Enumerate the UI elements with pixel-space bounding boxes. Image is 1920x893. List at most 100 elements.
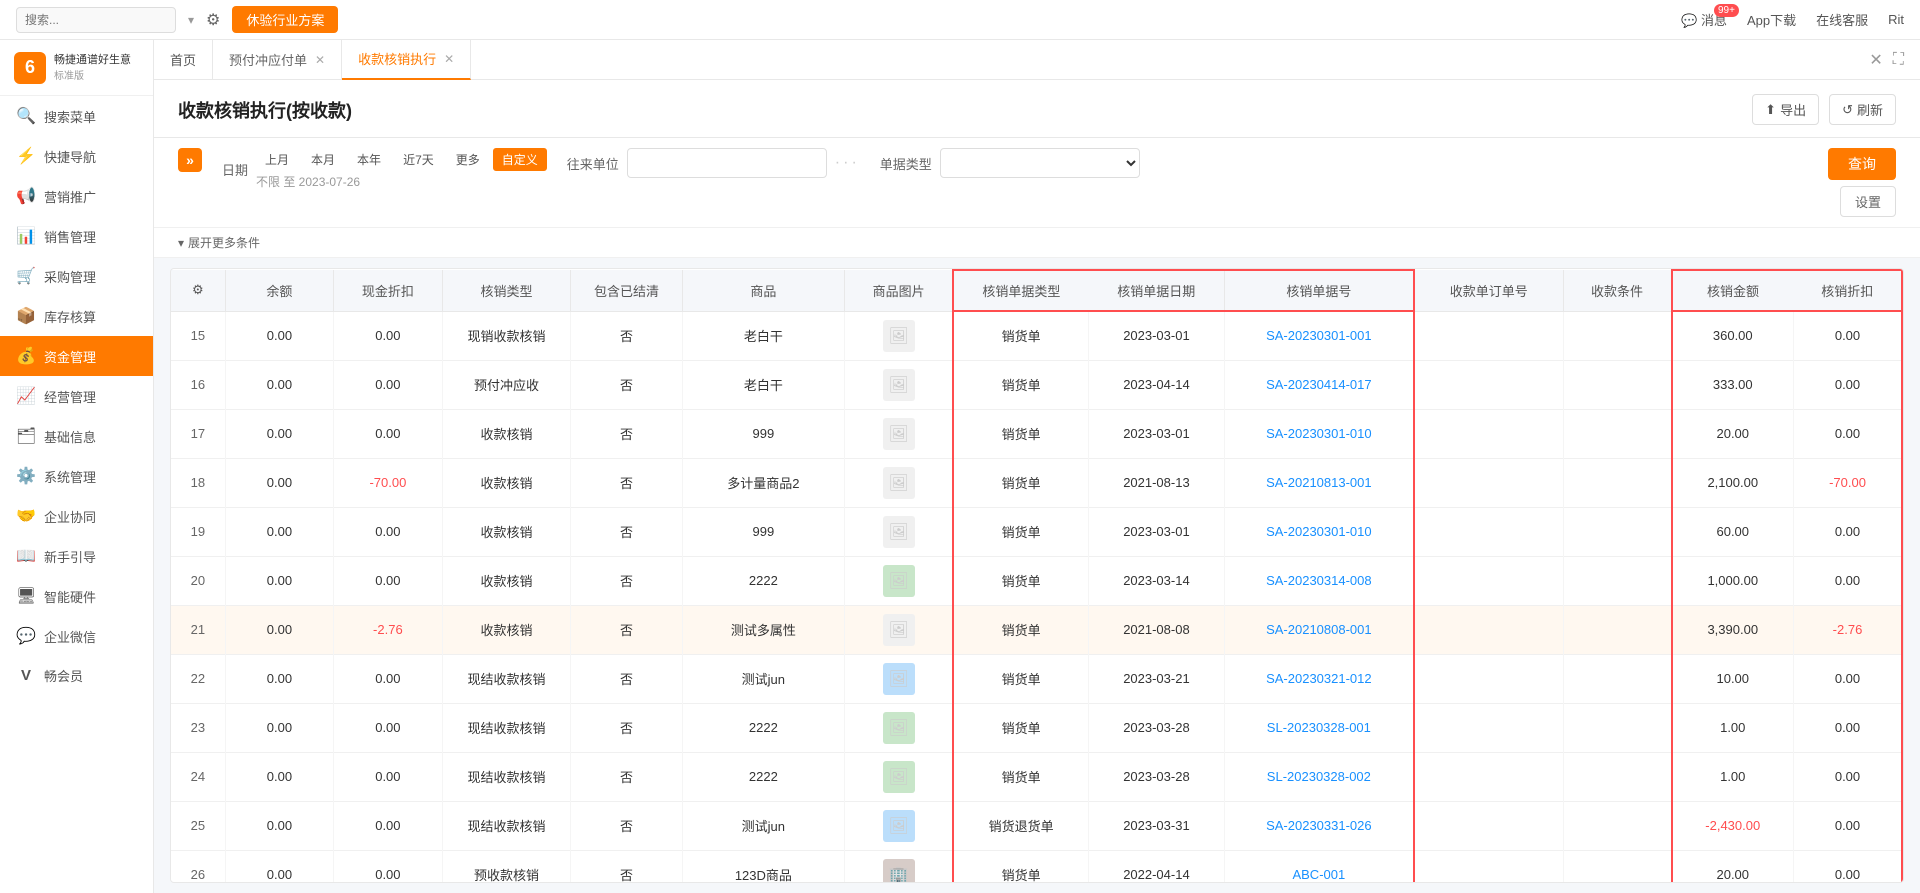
top-bar-right: 💬 消息 99+ App下载 在线客服 Rit bbox=[1681, 10, 1904, 29]
sidebar-item-marketing[interactable]: 📢 营销推广 bbox=[0, 176, 153, 216]
gear-icon[interactable]: ⚙ bbox=[206, 10, 220, 30]
guide-icon: 📖 bbox=[16, 546, 36, 566]
td-cancel-discount: -70.00 bbox=[1794, 458, 1903, 507]
search-input[interactable] bbox=[16, 7, 176, 33]
inventory-icon: 📦 bbox=[16, 306, 36, 326]
td-receipt-order-no bbox=[1414, 409, 1563, 458]
sidebar-item-search[interactable]: 🔍 搜索菜单 bbox=[0, 96, 153, 136]
this-month-btn[interactable]: 本月 bbox=[302, 148, 344, 171]
cancel-bill-link[interactable]: SA-20230314-008 bbox=[1266, 573, 1372, 588]
sidebar-item-base-info[interactable]: 🗂 基础信息 bbox=[0, 416, 153, 456]
sidebar-item-finance[interactable]: 💰 资金管理 bbox=[0, 336, 153, 376]
td-product: 测试jun bbox=[682, 801, 845, 850]
tab-cancel-close-icon[interactable]: ✕ bbox=[444, 52, 454, 66]
sidebar-item-enterprise[interactable]: 🤝 企业协同 bbox=[0, 496, 153, 536]
last-month-btn[interactable]: 上月 bbox=[256, 148, 298, 171]
search-icon: 🔍 bbox=[16, 106, 36, 126]
tab-home[interactable]: 首页 bbox=[154, 40, 213, 80]
td-cancel-bill-date: 2023-03-21 bbox=[1089, 654, 1225, 703]
product-image: 🖼 bbox=[883, 712, 915, 744]
sidebar-item-wechat[interactable]: 💬 企业微信 bbox=[0, 616, 153, 656]
table-body: 15 0.00 0.00 现销收款核销 否 老白干 🖼 销货单 2023-03-… bbox=[171, 311, 1902, 883]
this-year-btn[interactable]: 本年 bbox=[348, 148, 390, 171]
cancel-bill-link[interactable]: SL-20230328-002 bbox=[1267, 769, 1371, 784]
industry-solution-button[interactable]: 休验行业方案 bbox=[232, 6, 338, 33]
filter-expand-button[interactable]: » bbox=[178, 148, 202, 172]
expand-tab-icon[interactable]: ⛶ bbox=[1893, 51, 1904, 69]
td-cancel-amount: 360.00 bbox=[1672, 311, 1794, 360]
td-balance: 0.00 bbox=[225, 605, 333, 654]
tab-cancel[interactable]: 收款核销执行 ✕ bbox=[342, 40, 471, 80]
chevron-down-icon[interactable]: ▾ bbox=[188, 13, 194, 27]
td-balance: 0.00 bbox=[225, 850, 333, 883]
main-content: 首页 预付冲应付单 ✕ 收款核销执行 ✕ ✕ ⛶ 收款核销执行(按收款) bbox=[154, 40, 1920, 893]
cancel-bill-link[interactable]: SA-20230414-017 bbox=[1266, 377, 1372, 392]
user-label[interactable]: Rit bbox=[1888, 12, 1904, 27]
sidebar-item-label: 采购管理 bbox=[44, 267, 96, 286]
last-7-days-btn[interactable]: 近7天 bbox=[394, 148, 443, 171]
td-cancel-discount: 0.00 bbox=[1794, 556, 1903, 605]
td-includes-settled: 否 bbox=[571, 409, 682, 458]
table-row: 20 0.00 0.00 收款核销 否 2222 🖼 销货单 2023-03-1… bbox=[171, 556, 1902, 605]
cancel-bill-link[interactable]: SA-20230301-010 bbox=[1266, 426, 1372, 441]
sidebar-item-hardware[interactable]: 🖥 智能硬件 bbox=[0, 576, 153, 616]
table-row: 25 0.00 0.00 现结收款核销 否 测试jun 🖼 销货退货单 2023… bbox=[171, 801, 1902, 850]
table-row: 26 0.00 0.00 预收款核销 否 123D商品 🏢 销货单 2022-0… bbox=[171, 850, 1902, 883]
td-includes-settled: 否 bbox=[571, 556, 682, 605]
app-download-link[interactable]: App下载 bbox=[1747, 10, 1796, 29]
refresh-button[interactable]: ↺ 刷新 bbox=[1829, 94, 1896, 125]
product-image: 🖼 bbox=[883, 516, 915, 548]
expand-more-button[interactable]: ▾ 展开更多条件 bbox=[178, 234, 260, 251]
cancel-bill-link[interactable]: ABC-001 bbox=[1292, 867, 1345, 882]
sidebar-item-inventory[interactable]: 📦 库存核算 bbox=[0, 296, 153, 336]
td-cancel-bill-type: 销货单 bbox=[953, 703, 1089, 752]
more-date-btn[interactable]: 更多 bbox=[447, 148, 489, 171]
cancel-bill-link[interactable]: SA-20210813-001 bbox=[1266, 475, 1372, 490]
sidebar-item-system[interactable]: ⚙️ 系统管理 bbox=[0, 456, 153, 496]
table-row: 15 0.00 0.00 现销收款核销 否 老白干 🖼 销货单 2023-03-… bbox=[171, 311, 1902, 360]
sidebar-item-operations[interactable]: 📈 经营管理 bbox=[0, 376, 153, 416]
td-product-image: 🖼 bbox=[845, 311, 953, 360]
cancel-bill-link[interactable]: SL-20230328-001 bbox=[1267, 720, 1371, 735]
tab-bar-actions: ✕ ⛶ bbox=[1869, 50, 1920, 70]
refresh-label: 刷新 bbox=[1857, 100, 1883, 119]
td-cancel-type: 收款核销 bbox=[442, 409, 571, 458]
cancel-bill-link[interactable]: SA-20230321-012 bbox=[1266, 671, 1372, 686]
date-filter-group: 日期 上月 本月 本年 近7天 更多 自定义 不限 至 2023-07-26 bbox=[222, 148, 547, 190]
td-cancel-bill-date: 2023-03-01 bbox=[1089, 507, 1225, 556]
close-tab-icon[interactable]: ✕ bbox=[1869, 50, 1882, 70]
sidebar-item-label: 系统管理 bbox=[44, 467, 96, 486]
cancel-bill-link[interactable]: SA-20230301-001 bbox=[1266, 328, 1372, 343]
tab-prepay[interactable]: 预付冲应付单 ✕ bbox=[213, 40, 342, 80]
export-button[interactable]: ⬆ 导出 bbox=[1752, 94, 1819, 125]
custom-date-btn[interactable]: 自定义 bbox=[493, 148, 547, 171]
cancel-bill-link[interactable]: SA-20230331-026 bbox=[1266, 818, 1372, 833]
product-image: 🖼 bbox=[883, 369, 915, 401]
date-range-display: 不限 至 2023-07-26 bbox=[256, 173, 547, 190]
sidebar-item-purchase[interactable]: 🛒 采购管理 bbox=[0, 256, 153, 296]
query-button[interactable]: 查询 bbox=[1828, 148, 1896, 180]
from-unit-input[interactable] bbox=[627, 148, 827, 178]
th-cash-discount: 现金折扣 bbox=[334, 270, 442, 311]
th-cancel-type: 核销类型 bbox=[442, 270, 571, 311]
td-includes-settled: 否 bbox=[571, 458, 682, 507]
td-product: 老白干 bbox=[682, 311, 845, 360]
sidebar-item-quicknav[interactable]: ⚡ 快捷导航 bbox=[0, 136, 153, 176]
td-includes-settled: 否 bbox=[571, 605, 682, 654]
td-cancel-bill-no: SA-20210813-001 bbox=[1224, 458, 1414, 507]
bill-type-select[interactable] bbox=[940, 148, 1140, 178]
page-header-actions: ⬆ 导出 ↺ 刷新 bbox=[1752, 94, 1896, 125]
sidebar-item-guide[interactable]: 📖 新手引导 bbox=[0, 536, 153, 576]
online-service-link[interactable]: 在线客服 bbox=[1816, 10, 1868, 29]
message-badge[interactable]: 💬 消息 99+ bbox=[1681, 10, 1727, 29]
sidebar-item-member[interactable]: V 畅会员 bbox=[0, 656, 153, 695]
cancel-bill-link[interactable]: SA-20230301-010 bbox=[1266, 524, 1372, 539]
td-cancel-bill-type: 销货单 bbox=[953, 360, 1089, 409]
cancel-bill-link[interactable]: SA-20210808-001 bbox=[1266, 622, 1372, 637]
settings-button[interactable]: 设置 bbox=[1840, 186, 1896, 217]
th-includes-settled: 包含已结清 bbox=[571, 270, 682, 311]
logo-icon: 6 bbox=[14, 52, 46, 84]
sidebar-item-label: 企业协同 bbox=[44, 507, 96, 526]
tab-prepay-close-icon[interactable]: ✕ bbox=[315, 53, 325, 67]
sidebar-item-sales[interactable]: 📊 销售管理 bbox=[0, 216, 153, 256]
